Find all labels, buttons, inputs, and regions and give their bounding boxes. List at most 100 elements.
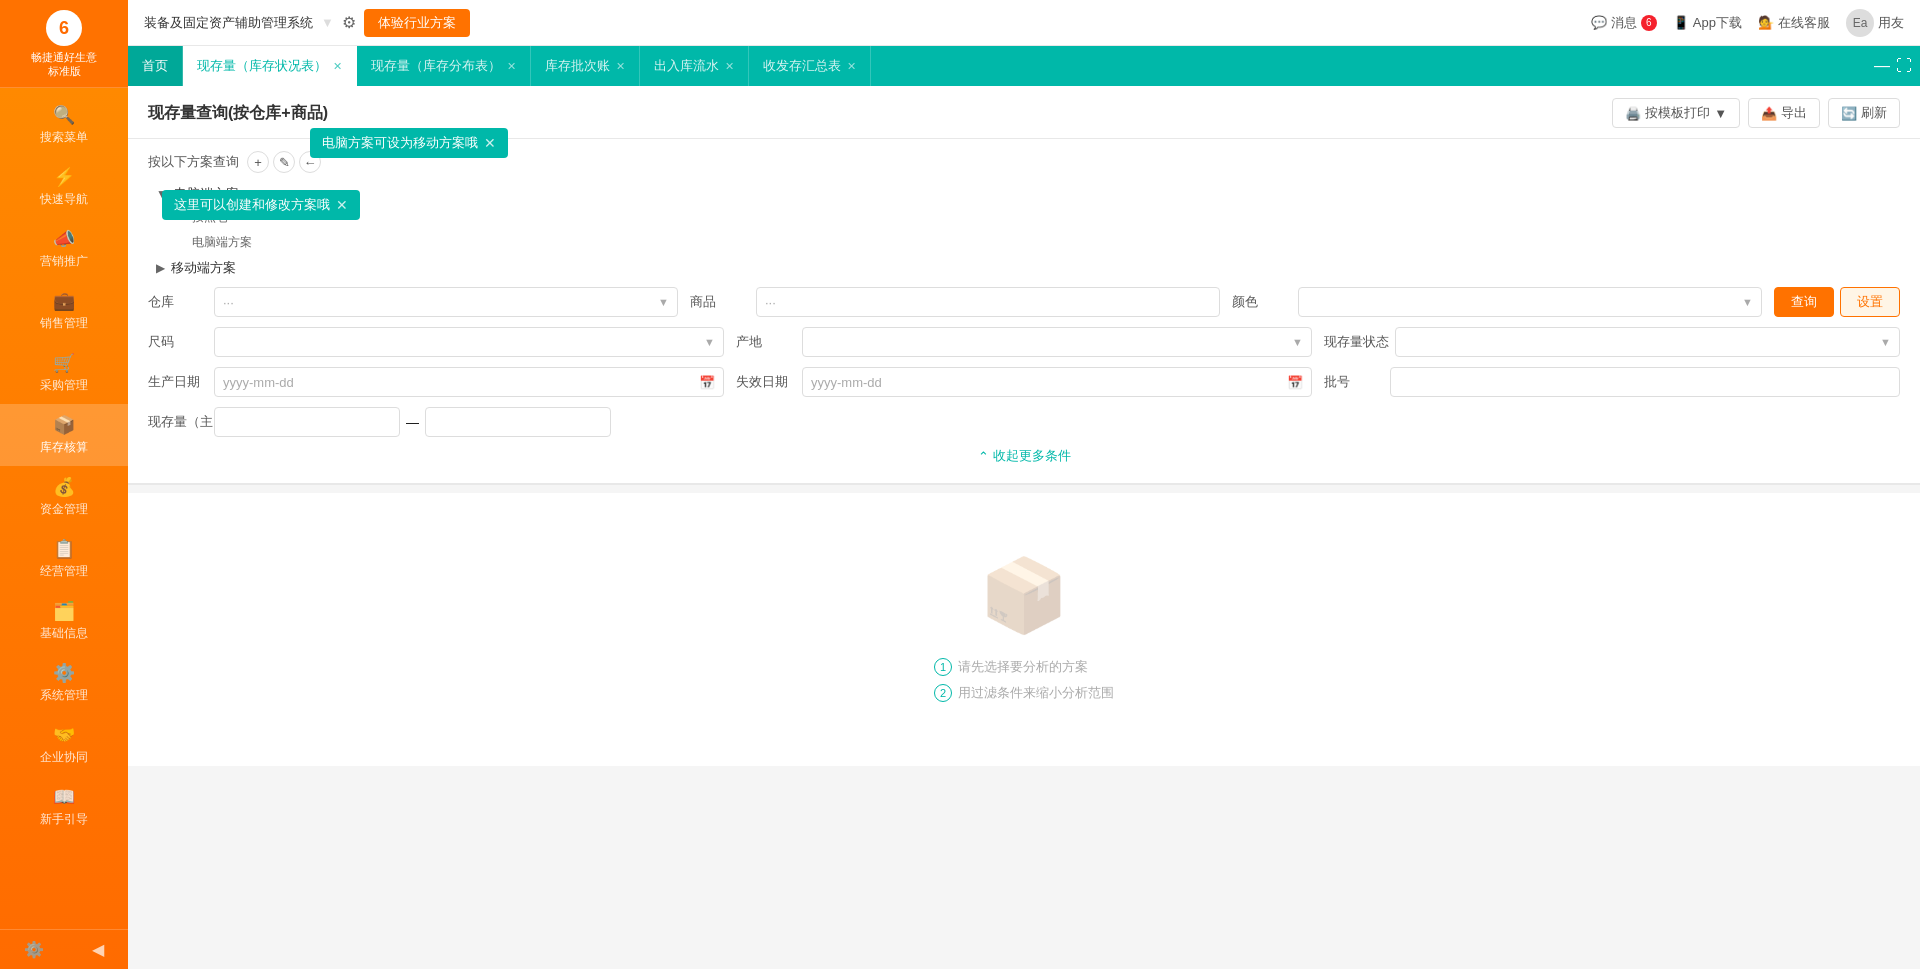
stock-qty-max-input[interactable]	[425, 407, 611, 437]
page-content: 现存量查询(按仓库+商品) 🖨️ 按模板打印 ▼ 📤 导出 🔄 刷新	[128, 86, 1920, 969]
collapse-label: 收起更多条件	[993, 447, 1071, 465]
sidebar: 6 畅捷通好生意 标准版 🔍 搜索菜单 ⚡ 快速导航 📣 营销推广 💼 销售管理…	[0, 0, 128, 969]
field-batch: 批号	[1324, 367, 1900, 397]
tooltip2-close-icon[interactable]: ✕	[336, 197, 348, 213]
logo-text: 畅捷通好生意 标准版	[31, 50, 97, 79]
sidebar-item-label: 经营管理	[40, 563, 88, 580]
query-button[interactable]: 查询	[1774, 287, 1834, 317]
tab-receive-summary-label: 收发存汇总表	[763, 57, 841, 75]
tab-close-icon[interactable]: ✕	[725, 60, 734, 73]
export-button[interactable]: 📤 导出	[1748, 98, 1820, 128]
template-print-button[interactable]: 🖨️ 按模板打印 ▼	[1612, 98, 1740, 128]
tab-stock-dist-label: 现存量（库存分布表）	[371, 57, 501, 75]
settings-bottom-icon[interactable]: ⚙️	[24, 940, 44, 959]
tab-minimize-icon[interactable]: —	[1874, 57, 1890, 75]
sidebar-item-label: 营销推广	[40, 253, 88, 270]
sidebar-item-label: 库存核算	[40, 439, 88, 456]
sidebar-item-sales[interactable]: 💼 销售管理	[0, 280, 128, 342]
sidebar-item-purchase[interactable]: 🛒 采购管理	[0, 342, 128, 404]
stock-status-select[interactable]: ▼	[1395, 327, 1900, 357]
range-separator: —	[406, 415, 419, 430]
field-expire-date: 失效日期 yyyy-mm-dd 📅	[736, 367, 1312, 397]
tab-home[interactable]: 首页	[128, 46, 183, 86]
sidebar-item-guide[interactable]: 📖 新手引导	[0, 776, 128, 838]
stock-qty-min-input[interactable]	[214, 407, 400, 437]
sales-icon: 💼	[53, 290, 75, 312]
hint2-num: 2	[934, 684, 952, 702]
user-label: 用友	[1878, 14, 1904, 32]
filter-rows: 仓库 ··· ▼ 商品 ··· 颜色	[148, 287, 1900, 437]
filter-label: 按以下方案查询	[148, 153, 239, 171]
sidebar-item-label: 搜索菜单	[40, 129, 88, 146]
sidebar-item-basic[interactable]: 🗂️ 基础信息	[0, 590, 128, 652]
main-content: 装备及固定资产辅助管理系统 ▼ ⚙ 体验行业方案 💬 消息 6 📱 App下载 …	[128, 0, 1920, 969]
expire-date-input[interactable]: yyyy-mm-dd 📅	[802, 367, 1312, 397]
batch-input[interactable]	[1390, 367, 1900, 397]
sidebar-item-label: 资金管理	[40, 501, 88, 518]
warehouse-select[interactable]: ··· ▼	[214, 287, 678, 317]
field-size: 尺码 ▼	[148, 327, 724, 357]
filter-row-1: 仓库 ··· ▼ 商品 ··· 颜色	[148, 287, 1900, 317]
tooltip2-text: 这里可以创建和修改方案哦	[174, 196, 330, 214]
field-produce-date: 生产日期 yyyy-mm-dd 📅	[148, 367, 724, 397]
tab-close-icon[interactable]: ✕	[616, 60, 625, 73]
app-download-item[interactable]: 📱 App下载	[1673, 14, 1742, 32]
inventory-icon: 📦	[53, 414, 75, 436]
origin-select[interactable]: ▼	[802, 327, 1312, 357]
size-label: 尺码	[148, 333, 208, 351]
tab-close-icon[interactable]: ✕	[333, 60, 342, 73]
hint2-text: 用过滤条件来缩小分析范围	[958, 680, 1114, 706]
sidebar-item-marketing[interactable]: 📣 营销推广	[0, 218, 128, 280]
tab-batch-ledger[interactable]: 库存批次账 ✕	[531, 46, 640, 86]
sidebar-item-search[interactable]: 🔍 搜索菜单	[0, 94, 128, 156]
logo-icon: 6	[46, 10, 82, 46]
color-select[interactable]: ▼	[1298, 287, 1762, 317]
size-select[interactable]: ▼	[214, 327, 724, 357]
collapse-button[interactable]: ⌃ 收起更多条件	[148, 441, 1900, 471]
sidebar-item-finance[interactable]: 💰 资金管理	[0, 466, 128, 528]
sidebar-item-operations[interactable]: 📋 经营管理	[0, 528, 128, 590]
sidebar-item-quick[interactable]: ⚡ 快速导航	[0, 156, 128, 218]
tab-stock-status[interactable]: 现存量（库存状况表） ✕	[183, 46, 357, 86]
message-label: 消息	[1611, 14, 1637, 32]
hint1-text: 请先选择要分析的方案	[958, 654, 1088, 680]
warehouse-chevron: ▼	[658, 296, 669, 308]
tab-stock-dist[interactable]: 现存量（库存分布表） ✕	[357, 46, 531, 86]
sidebar-item-enterprise[interactable]: 🤝 企业协同	[0, 714, 128, 776]
sidebar-item-inventory[interactable]: 📦 库存核算	[0, 404, 128, 466]
page-actions: 🖨️ 按模板打印 ▼ 📤 导出 🔄 刷新	[1612, 98, 1900, 128]
tab-expand-icon[interactable]: ⛶	[1896, 57, 1912, 75]
produce-date-input[interactable]: yyyy-mm-dd 📅	[214, 367, 724, 397]
export-icon: 📤	[1761, 106, 1777, 121]
scheme-item-desktop[interactable]: 电脑端方案	[172, 230, 1900, 255]
refresh-button[interactable]: 🔄 刷新	[1828, 98, 1900, 128]
sidebar-item-label: 新手引导	[40, 811, 88, 828]
scheme-item-warehouse[interactable]: 按照仓	[172, 205, 1900, 230]
batch-label: 批号	[1324, 373, 1384, 391]
collapse-sidebar-icon[interactable]: ◀	[92, 940, 104, 959]
message-item[interactable]: 💬 消息 6	[1591, 14, 1657, 32]
user-item[interactable]: Ea 用友	[1846, 9, 1904, 37]
produce-date-placeholder: yyyy-mm-dd	[223, 375, 294, 390]
edit-scheme-button[interactable]: ✎	[273, 151, 295, 173]
chevron-down-icon: ▼	[1714, 106, 1727, 121]
topbar-gear-icon[interactable]: ⚙	[342, 13, 356, 32]
industry-solution-button[interactable]: 体验行业方案	[364, 9, 470, 37]
page-title: 现存量查询(按仓库+商品)	[148, 103, 328, 124]
add-scheme-button[interactable]: +	[247, 151, 269, 173]
tooltip-scheme-edit: 这里可以创建和修改方案哦 ✕	[162, 190, 360, 220]
tooltip1-close-icon[interactable]: ✕	[484, 135, 496, 151]
filter-row-4: 现存量（主） —	[148, 407, 1900, 437]
warehouse-label: 仓库	[148, 293, 208, 311]
support-item[interactable]: 💁 在线客服	[1758, 14, 1830, 32]
tab-receive-summary[interactable]: 收发存汇总表 ✕	[749, 46, 871, 86]
tab-close-icon[interactable]: ✕	[507, 60, 516, 73]
tab-close-icon[interactable]: ✕	[847, 60, 856, 73]
setting-button[interactable]: 设置	[1840, 287, 1900, 317]
topbar: 装备及固定资产辅助管理系统 ▼ ⚙ 体验行业方案 💬 消息 6 📱 App下载 …	[128, 0, 1920, 46]
quick-icon: ⚡	[53, 166, 75, 188]
goods-select[interactable]: ···	[756, 287, 1220, 317]
color-label: 颜色	[1232, 293, 1292, 311]
tab-inout-flow[interactable]: 出入库流水 ✕	[640, 46, 749, 86]
sidebar-item-system[interactable]: ⚙️ 系统管理	[0, 652, 128, 714]
